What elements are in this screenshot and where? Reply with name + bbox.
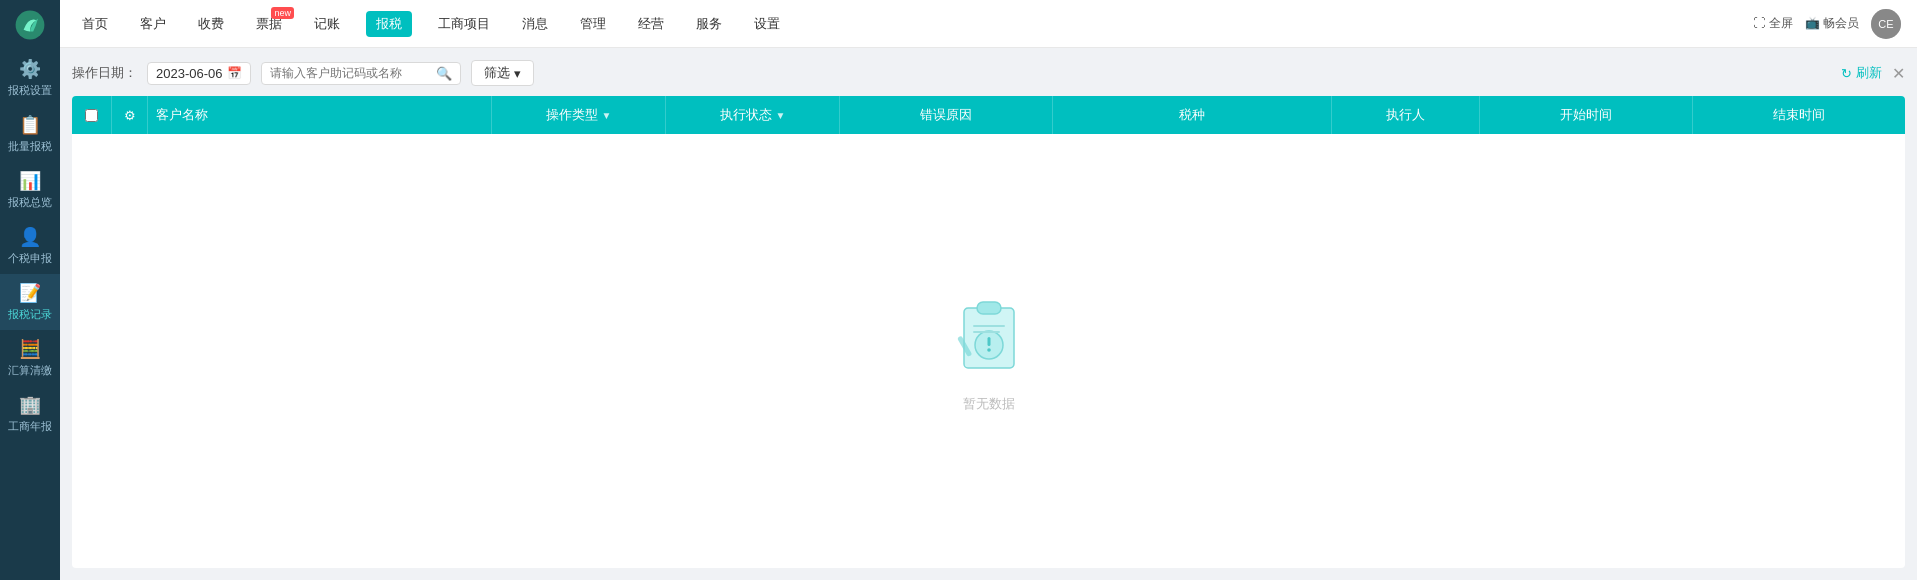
date-label: 操作日期：: [72, 64, 137, 82]
fullscreen-icon: ⛶: [1753, 16, 1765, 30]
nav-shezhi[interactable]: 设置: [748, 11, 786, 37]
close-button[interactable]: ✕: [1892, 64, 1905, 83]
sidebar-item-baoshui-jilu[interactable]: 📝 报税记录: [0, 274, 60, 330]
sidebar-item-label: 报税设置: [8, 83, 52, 98]
nav-guanli[interactable]: 管理: [574, 11, 612, 37]
sidebar-item-geshuishenbao[interactable]: 👤 个税申报: [0, 218, 60, 274]
sort-icon: ▼: [602, 110, 612, 121]
nav-clients[interactable]: 客户: [134, 11, 172, 37]
sidebar-item-label: 工商年报: [8, 419, 52, 434]
fullscreen-btn[interactable]: ⛶ 全屏: [1753, 15, 1792, 32]
refresh-button[interactable]: ↻ 刷新: [1841, 64, 1882, 82]
content-area: 操作日期： 2023-06-06 📅 🔍 筛选 ▾ ↻ 刷新 ✕: [60, 48, 1917, 580]
sidebar-item-label: 批量报税: [8, 139, 52, 154]
search-icon[interactable]: 🔍: [436, 66, 452, 81]
member-btn[interactable]: 📺 畅会员: [1805, 15, 1859, 32]
new-badge: new: [271, 7, 294, 19]
th-checkbox: [72, 96, 112, 134]
nav-baoshui[interactable]: 报税: [366, 11, 412, 37]
sidebar-item-label: 报税记录: [8, 307, 52, 322]
date-value: 2023-06-06: [156, 66, 223, 81]
nav-home[interactable]: 首页: [76, 11, 114, 37]
sidebar: ⚙️ 报税设置 📋 批量报税 📊 报税总览 👤 个税申报 📝 报税记录 🧮 汇算…: [0, 0, 60, 580]
sidebar-item-baoshui-shezhi[interactable]: ⚙️ 报税设置: [0, 50, 60, 106]
member-icon: 📺: [1805, 16, 1820, 30]
empty-text: 暂无数据: [963, 395, 1015, 413]
table-header: ⚙ 客户名称 操作类型 ▼ 执行状态 ▼ 错误原因 税种: [72, 96, 1905, 134]
piliang-baoshui-icon: 📋: [19, 114, 41, 136]
logo: [0, 0, 60, 50]
baoshui-jilu-icon: 📝: [19, 282, 41, 304]
sidebar-item-label: 个税申报: [8, 251, 52, 266]
nav-jingying[interactable]: 经营: [632, 11, 670, 37]
topnav-right: ⛶ 全屏 📺 畅会员 CE: [1753, 9, 1901, 39]
date-picker[interactable]: 2023-06-06 📅: [147, 62, 251, 85]
toolbar: 操作日期： 2023-06-06 📅 🔍 筛选 ▾ ↻ 刷新 ✕: [72, 60, 1905, 86]
search-box: 🔍: [261, 62, 461, 85]
select-all-checkbox[interactable]: [85, 109, 98, 122]
nav-jizhang[interactable]: 记账: [308, 11, 346, 37]
chevron-down-icon: ▾: [514, 66, 521, 81]
empty-illustration: [949, 290, 1029, 383]
th-tax-type: 税种: [1053, 96, 1332, 134]
sidebar-item-piliang-baoshui[interactable]: 📋 批量报税: [0, 106, 60, 162]
table-container: ⚙ 客户名称 操作类型 ▼ 执行状态 ▼ 错误原因 税种: [72, 96, 1905, 568]
sidebar-item-label: 报税总览: [8, 195, 52, 210]
baoshui-shezhi-icon: ⚙️: [19, 58, 41, 80]
svg-rect-4: [977, 302, 1001, 314]
th-op-type[interactable]: 操作类型 ▼: [492, 96, 666, 134]
geshuishenbao-icon: 👤: [19, 226, 41, 248]
th-client-name: 客户名称: [148, 96, 492, 134]
svg-point-7: [987, 348, 991, 352]
table-body: 暂无数据: [72, 134, 1905, 568]
sidebar-item-gongshang-nianbao[interactable]: 🏢 工商年报: [0, 386, 60, 442]
avatar[interactable]: CE: [1871, 9, 1901, 39]
column-setting-icon[interactable]: ⚙: [124, 108, 136, 123]
svg-rect-6: [987, 337, 990, 346]
top-nav: 首页 客户 收费 票据 new 记账 报税 工商项目 消息 管理 经营 服务 设…: [60, 0, 1917, 48]
calendar-icon: 📅: [227, 66, 242, 80]
baoshui-zonlan-icon: 📊: [19, 170, 41, 192]
th-end-time: 结束时间: [1693, 96, 1905, 134]
th-executor: 执行人: [1332, 96, 1480, 134]
th-error-reason: 错误原因: [840, 96, 1053, 134]
filter-button[interactable]: 筛选 ▾: [471, 60, 534, 86]
th-start-time: 开始时间: [1480, 96, 1693, 134]
sidebar-item-huisuan-jiaona[interactable]: 🧮 汇算清缴: [0, 330, 60, 386]
nav-gongshang[interactable]: 工商项目: [432, 11, 496, 37]
nav-xiaoxi[interactable]: 消息: [516, 11, 554, 37]
refresh-icon: ↻: [1841, 66, 1852, 81]
gongshang-nianbao-icon: 🏢: [19, 394, 41, 416]
nav-piao[interactable]: 票据 new: [250, 11, 288, 37]
sidebar-item-baoshui-zonlan[interactable]: 📊 报税总览: [0, 162, 60, 218]
huisuan-icon: 🧮: [19, 338, 41, 360]
search-input[interactable]: [270, 66, 436, 80]
sort-icon: ▼: [776, 110, 786, 121]
main-area: 首页 客户 收费 票据 new 记账 报税 工商项目 消息 管理 经营 服务 设…: [60, 0, 1917, 580]
th-setting: ⚙: [112, 96, 148, 134]
svg-text:CE: CE: [1878, 18, 1893, 30]
toolbar-right: ↻ 刷新 ✕: [1841, 64, 1905, 83]
nav-shoufei[interactable]: 收费: [192, 11, 230, 37]
sidebar-item-label: 汇算清缴: [8, 363, 52, 378]
th-exec-status[interactable]: 执行状态 ▼: [666, 96, 840, 134]
nav-fuwu[interactable]: 服务: [690, 11, 728, 37]
